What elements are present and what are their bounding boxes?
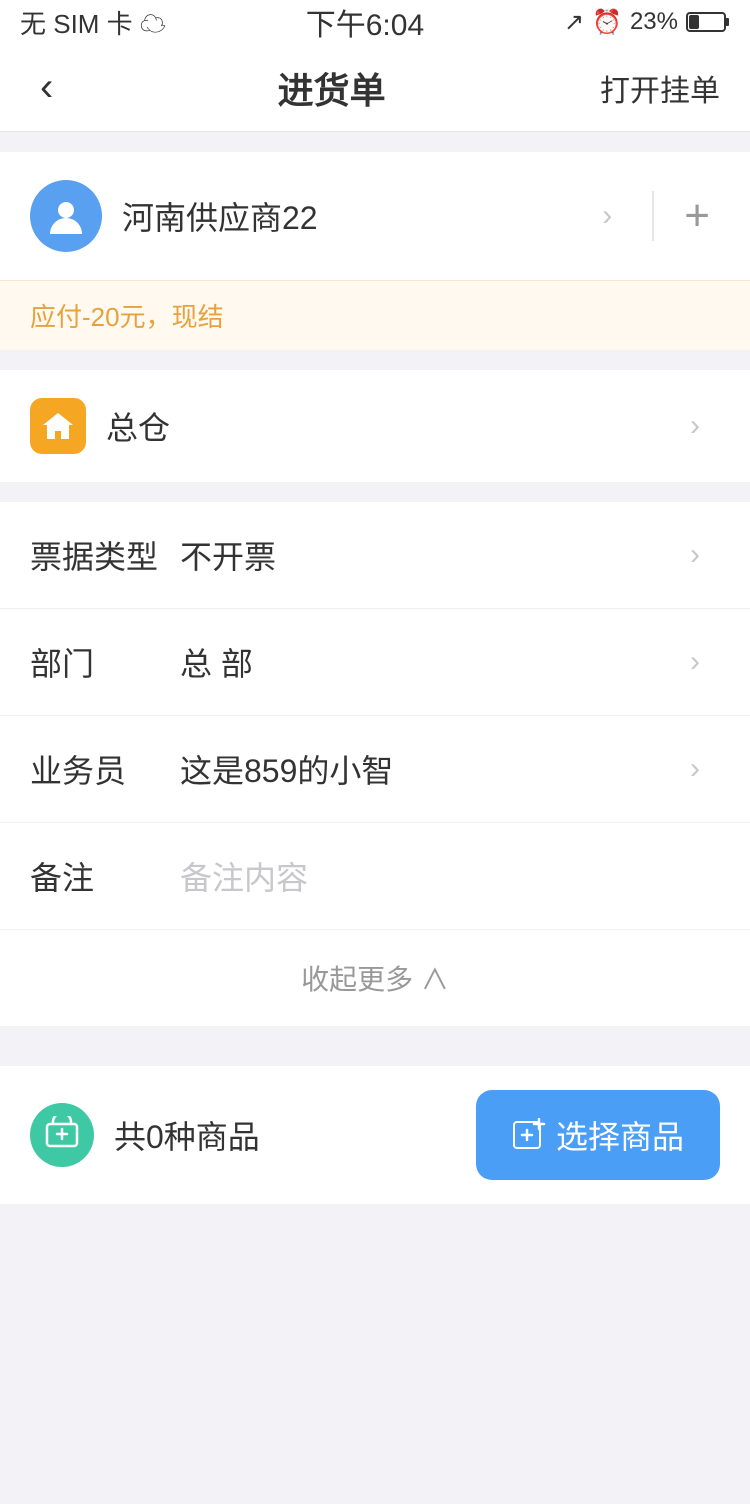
status-right: ↗ ⏰ 23%: [564, 8, 730, 37]
open-pending-button[interactable]: 打开挂单: [600, 66, 720, 110]
status-time: 下午6:04: [306, 0, 424, 44]
supplier-section: 河南供应商22 › + 应付-20元，现结: [0, 152, 750, 350]
collapse-button[interactable]: 收起更多 ∧: [0, 929, 750, 1026]
bottom-area: [0, 1204, 750, 1504]
notice-bar: 应付-20元，现结: [0, 280, 750, 350]
page-title: 进货单: [278, 62, 386, 114]
product-bar: 共0种商品 选择商品: [0, 1066, 750, 1204]
warehouse-chevron-icon: ›: [690, 409, 700, 443]
person-icon: [46, 196, 86, 236]
supplier-avatar: [30, 180, 102, 252]
department-row[interactable]: 部门 总 部 ›: [0, 608, 750, 715]
supplier-name: 河南供应商22: [122, 193, 602, 239]
sim-label: 无 SIM 卡 ☁: [20, 4, 166, 41]
invoice-type-chevron-icon: ›: [690, 538, 700, 572]
salesperson-chevron-icon: ›: [690, 752, 700, 786]
select-product-icon: [512, 1118, 546, 1152]
department-label: 部门: [30, 639, 170, 685]
back-button[interactable]: ‹: [30, 55, 63, 120]
select-product-label: 选择商品: [556, 1112, 684, 1158]
gap-3: [0, 482, 750, 502]
remark-row[interactable]: 备注 备注内容: [0, 822, 750, 929]
alarm-icon: ⏰: [592, 8, 622, 37]
battery-icon: [686, 11, 730, 33]
supplier-row[interactable]: 河南供应商22 › +: [0, 152, 750, 280]
invoice-type-row[interactable]: 票据类型 不开票 ›: [0, 502, 750, 608]
salesperson-value: 这是859的小智: [180, 746, 690, 792]
house-icon: [41, 409, 75, 443]
invoice-type-label: 票据类型: [30, 532, 170, 578]
salesperson-row[interactable]: 业务员 这是859的小智 ›: [0, 715, 750, 822]
department-value: 总 部: [180, 639, 690, 685]
cart-icon: [43, 1116, 81, 1154]
warehouse-icon: [30, 398, 86, 454]
warehouse-section: 总仓 ›: [0, 370, 750, 482]
warehouse-name: 总仓: [106, 403, 690, 449]
form-section: 票据类型 不开票 › 部门 总 部 › 业务员 这是859的小智 › 备注 备注…: [0, 502, 750, 1026]
remark-value: 备注内容: [180, 853, 720, 899]
supplier-divider: [652, 191, 654, 241]
battery-label: 23%: [630, 8, 678, 36]
select-product-button[interactable]: 选择商品: [476, 1090, 720, 1180]
status-bar: 无 SIM 卡 ☁ 下午6:04 ↗ ⏰ 23%: [0, 0, 750, 44]
warehouse-row[interactable]: 总仓 ›: [0, 370, 750, 482]
location-icon: ↗: [564, 8, 584, 37]
department-chevron-icon: ›: [690, 645, 700, 679]
notice-text: 应付-20元，现结: [30, 302, 224, 332]
gap-4: [0, 1026, 750, 1046]
status-left: 无 SIM 卡 ☁: [20, 4, 166, 41]
product-count-label: 共0种商品: [114, 1112, 476, 1158]
invoice-type-value: 不开票: [180, 532, 690, 578]
gap-1: [0, 132, 750, 152]
nav-bar: ‹ 进货单 打开挂单: [0, 44, 750, 132]
gap-2: [0, 350, 750, 370]
remark-label: 备注: [30, 853, 170, 899]
salesperson-label: 业务员: [30, 746, 170, 792]
add-supplier-button[interactable]: +: [674, 181, 720, 251]
chevron-right-icon: ›: [602, 199, 612, 233]
product-icon: [30, 1103, 94, 1167]
collapse-label: 收起更多 ∧: [301, 958, 449, 998]
